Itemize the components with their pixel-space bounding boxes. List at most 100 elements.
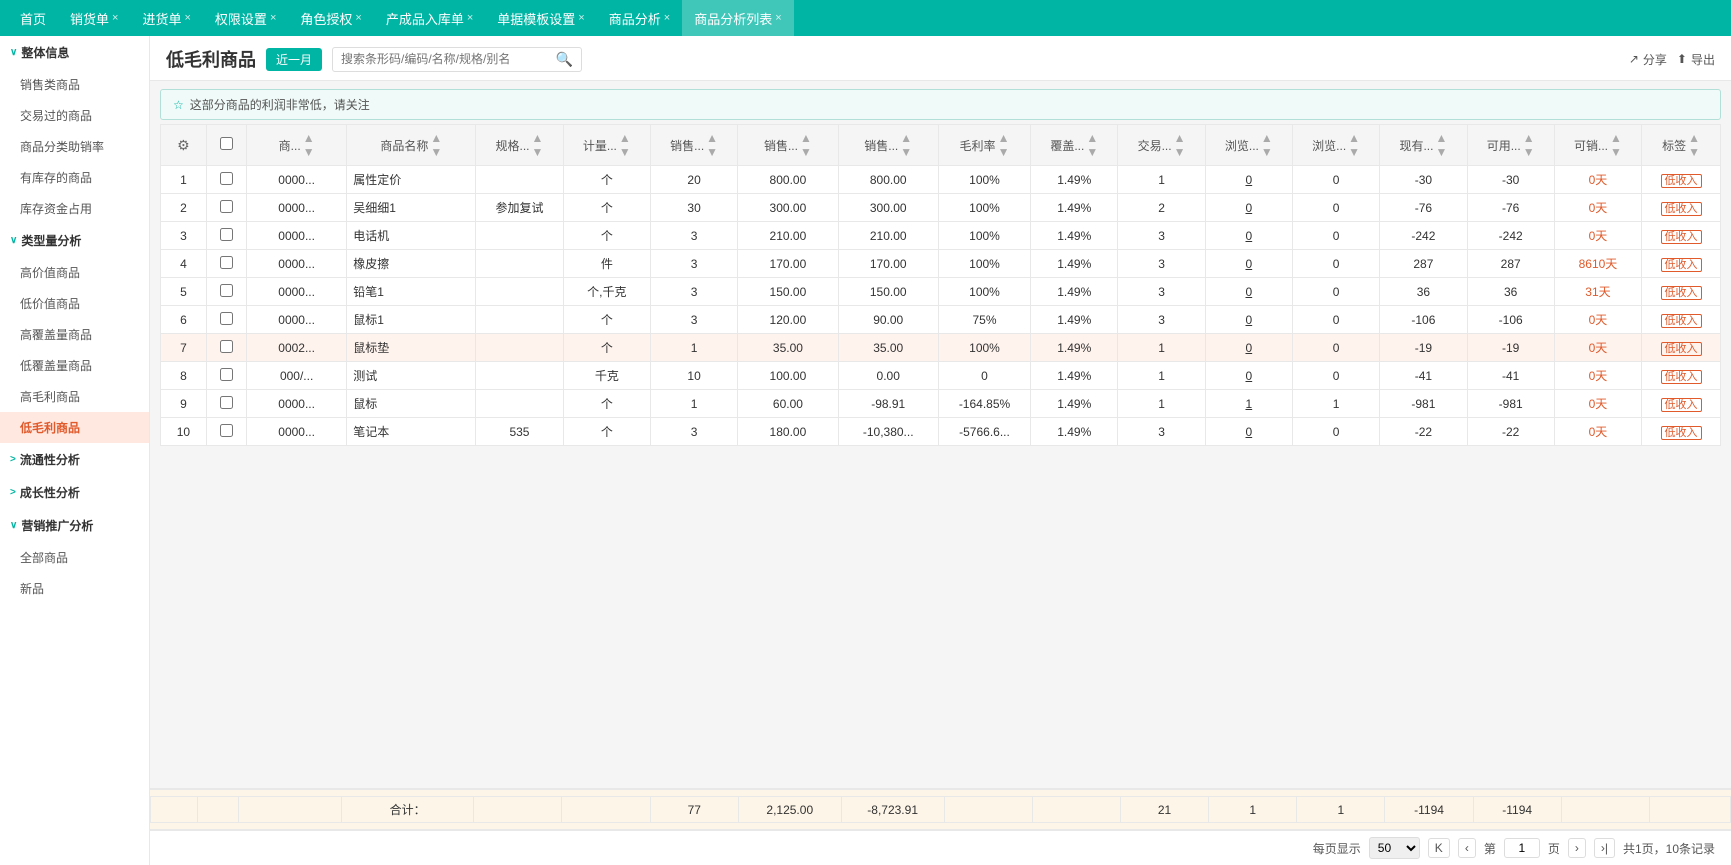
sort-arrows-current_stock[interactable]: ▲▼ (1435, 131, 1447, 159)
col-header-sales_amount[interactable]: 销售...▲▼ (838, 125, 938, 166)
nav-close-icon[interactable]: × (355, 12, 361, 24)
nav-close-icon[interactable]: × (664, 12, 670, 24)
search-icon[interactable]: 🔍 (556, 51, 573, 68)
first-page-button[interactable]: K (1428, 838, 1450, 858)
sort-arrows-unit[interactable]: ▲▼ (619, 131, 631, 159)
sidebar-item-低毛利商品[interactable]: 低毛利商品 (0, 412, 149, 443)
row-checkbox[interactable] (220, 284, 233, 297)
select-all-checkbox[interactable] (220, 137, 233, 150)
nav-close-icon[interactable]: × (270, 12, 276, 24)
col-header-available[interactable]: 可用...▲▼ (1467, 125, 1554, 166)
sidebar-item-高毛利商品[interactable]: 高毛利商品 (0, 381, 149, 412)
browse1-link[interactable]: 0 (1245, 425, 1252, 439)
per-page-select[interactable]: 50 100 200 (1369, 837, 1420, 859)
row-checkbox[interactable] (220, 312, 233, 325)
sidebar-item-商品分类助销率[interactable]: 商品分类助销率 (0, 131, 149, 162)
sidebar-item-销售类商品[interactable]: 销售类商品 (0, 69, 149, 100)
nav-item-商品分析列表[interactable]: 商品分析列表 × (682, 0, 793, 36)
col-header-spec[interactable]: 规格...▲▼ (476, 125, 563, 166)
next-page-button[interactable]: › (1568, 838, 1586, 858)
sidebar-section-营销推广分析[interactable]: ∨营销推广分析 (0, 509, 149, 542)
col-header-transaction[interactable]: 交易...▲▼ (1118, 125, 1205, 166)
nav-item-单据模板设置[interactable]: 单据模板设置 × (485, 0, 596, 36)
row-checkbox[interactable] (220, 172, 233, 185)
row-checkbox[interactable] (220, 228, 233, 241)
sort-arrows-name[interactable]: ▲▼ (430, 131, 442, 159)
col-header-sales_qty[interactable]: 销售...▲▼ (650, 125, 737, 166)
row-checkbox[interactable] (220, 424, 233, 437)
nav-item-角色授权[interactable]: 角色授权 × (288, 0, 373, 36)
col-header-checkbox[interactable] (206, 125, 246, 166)
nav-item-权限设置[interactable]: 权限设置 × (203, 0, 288, 36)
nav-close-icon[interactable]: × (112, 12, 118, 24)
col-header-unit[interactable]: 计量...▲▼ (563, 125, 650, 166)
col-header-code[interactable]: 商...▲▼ (246, 125, 346, 166)
last-page-button[interactable]: ›| (1594, 838, 1615, 858)
prev-page-button[interactable]: ‹ (1458, 838, 1476, 858)
sidebar-item-高覆盖量商品[interactable]: 高覆盖量商品 (0, 319, 149, 350)
col-header-saleable[interactable]: 可销...▲▼ (1554, 125, 1641, 166)
nav-close-icon[interactable]: × (775, 12, 781, 24)
browse1-link[interactable]: 0 (1245, 285, 1252, 299)
sort-arrows-gross_margin[interactable]: ▲▼ (998, 131, 1010, 159)
col-header-gross_margin[interactable]: 毛利率▲▼ (938, 125, 1030, 166)
browse1-link[interactable]: 0 (1245, 201, 1252, 215)
sidebar-item-交易过的商品[interactable]: 交易过的商品 (0, 100, 149, 131)
col-header-name[interactable]: 商品名称▲▼ (347, 125, 476, 166)
row-checkbox[interactable] (220, 340, 233, 353)
sort-arrows-transaction[interactable]: ▲▼ (1174, 131, 1186, 159)
sidebar-item-库存资金占用[interactable]: 库存资金占用 (0, 193, 149, 224)
sidebar-item-高价值商品[interactable]: 高价值商品 (0, 257, 149, 288)
col-header-coverage[interactable]: 覆盖...▲▼ (1031, 125, 1118, 166)
col-header-settings[interactable]: ⚙ (161, 125, 207, 166)
browse1-link[interactable]: 1 (1245, 397, 1252, 411)
browse1-link[interactable]: 0 (1245, 369, 1252, 383)
row-checkbox[interactable] (220, 256, 233, 269)
sort-arrows-tag[interactable]: ▲▼ (1688, 131, 1700, 159)
col-header-sales_price[interactable]: 销售...▲▼ (738, 125, 838, 166)
col-header-browse2[interactable]: 浏览...▲▼ (1292, 125, 1379, 166)
sidebar-section-成长性分析[interactable]: >成长性分析 (0, 476, 149, 509)
sort-arrows-sales_amount[interactable]: ▲▼ (900, 131, 912, 159)
nav-item-进货单[interactable]: 进货单 × (130, 0, 202, 36)
browse1-link[interactable]: 0 (1245, 313, 1252, 327)
sidebar-section-类型量分析[interactable]: ∨类型量分析 (0, 224, 149, 257)
sidebar-section-流通性分析[interactable]: >流通性分析 (0, 443, 149, 476)
sort-arrows-spec[interactable]: ▲▼ (532, 131, 544, 159)
col-header-browse1[interactable]: 浏览...▲▼ (1205, 125, 1292, 166)
sidebar-item-全部商品[interactable]: 全部商品 (0, 542, 149, 573)
page-input[interactable] (1504, 838, 1540, 858)
browse1-link[interactable]: 0 (1245, 229, 1252, 243)
sort-arrows-browse2[interactable]: ▲▼ (1348, 131, 1360, 159)
settings-icon[interactable]: ⚙ (177, 137, 190, 153)
search-input[interactable] (341, 52, 556, 66)
col-header-tag[interactable]: 标签▲▼ (1642, 125, 1721, 166)
sort-arrows-browse1[interactable]: ▲▼ (1261, 131, 1273, 159)
browse1-link[interactable]: 0 (1245, 257, 1252, 271)
export-button[interactable]: ⬆ 导出 (1677, 51, 1715, 68)
nav-item-产成品入库单[interactable]: 产成品入库单 × (374, 0, 485, 36)
sidebar-section-整体信息[interactable]: ∨整体信息 (0, 36, 149, 69)
sort-arrows-sales_price[interactable]: ▲▼ (800, 131, 812, 159)
date-filter-button[interactable]: 近一月 (266, 48, 322, 71)
nav-close-icon[interactable]: × (184, 12, 190, 24)
sort-arrows-available[interactable]: ▲▼ (1523, 131, 1535, 159)
row-checkbox[interactable] (220, 368, 233, 381)
sidebar-item-低覆盖量商品[interactable]: 低覆盖量商品 (0, 350, 149, 381)
nav-close-icon[interactable]: × (578, 12, 584, 24)
sort-arrows-saleable[interactable]: ▲▼ (1610, 131, 1622, 159)
sidebar-item-低价值商品[interactable]: 低价值商品 (0, 288, 149, 319)
browse1-link[interactable]: 0 (1245, 341, 1252, 355)
sort-arrows-code[interactable]: ▲▼ (303, 131, 315, 159)
share-button[interactable]: ↗ 分享 (1629, 51, 1667, 68)
sidebar-item-有库存的商品[interactable]: 有库存的商品 (0, 162, 149, 193)
sort-arrows-sales_qty[interactable]: ▲▼ (706, 131, 718, 159)
browse1-link[interactable]: 0 (1245, 173, 1252, 187)
row-checkbox[interactable] (220, 396, 233, 409)
row-checkbox[interactable] (220, 200, 233, 213)
sort-arrows-coverage[interactable]: ▲▼ (1086, 131, 1098, 159)
sidebar-item-新品[interactable]: 新品 (0, 573, 149, 604)
nav-item-销货单[interactable]: 销货单 × (58, 0, 130, 36)
col-header-current_stock[interactable]: 现有...▲▼ (1380, 125, 1467, 166)
nav-item-首页[interactable]: 首页 (8, 0, 58, 36)
